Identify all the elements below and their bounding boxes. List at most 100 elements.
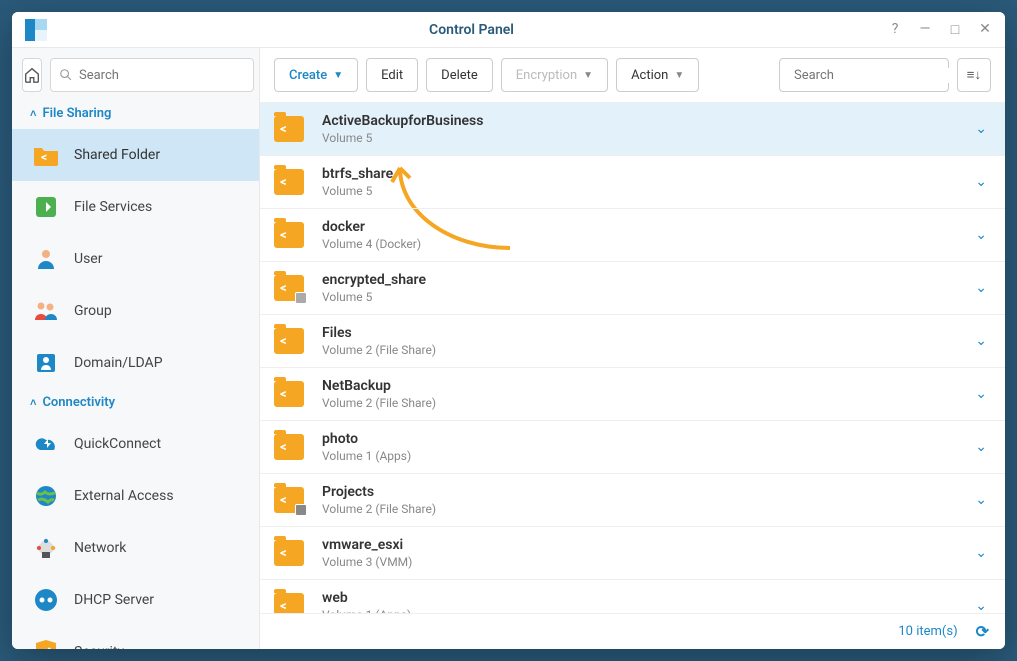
folder-row-text: encrypted_shareVolume 5 xyxy=(322,272,426,304)
main-panel: Create ▼ Edit Delete Encryption ▼ Action… xyxy=(260,48,1005,649)
chevron-down-icon: ▼ xyxy=(583,70,593,81)
main-search-input[interactable] xyxy=(794,68,960,83)
share-mark-icon: < xyxy=(280,228,287,243)
folder-subtitle: Volume 1 (Apps) xyxy=(322,608,411,613)
folder-name: web xyxy=(322,590,411,606)
user-icon xyxy=(32,245,60,273)
chevron-down-icon[interactable]: ⌄ xyxy=(975,439,987,455)
sidebar-item-quickconnect[interactable]: QuickConnect xyxy=(12,418,259,470)
folder-icon: < xyxy=(274,275,304,301)
section-file-sharing[interactable]: ˄ File Sharing xyxy=(12,100,259,129)
sidebar-item-label: Network xyxy=(74,540,126,556)
sidebar-item-label: Group xyxy=(74,303,112,319)
share-mark-icon: < xyxy=(280,122,287,137)
folder-name: btrfs_share xyxy=(322,166,393,182)
sidebar-item-shared-folder[interactable]: < Shared Folder xyxy=(12,129,259,181)
folder-row[interactable]: <photoVolume 1 (Apps)⌄ xyxy=(260,421,1005,474)
sidebar-item-file-services[interactable]: File Services xyxy=(12,181,259,233)
sidebar-item-security[interactable]: Security xyxy=(12,626,259,649)
button-label: Action xyxy=(631,68,668,83)
section-connectivity[interactable]: ˄ Connectivity xyxy=(12,389,259,418)
lock-closed-icon xyxy=(295,504,307,516)
chevron-down-icon[interactable]: ⌄ xyxy=(975,492,987,508)
sidebar-item-label: File Services xyxy=(74,199,152,215)
chevron-down-icon[interactable]: ⌄ xyxy=(975,174,987,190)
folder-name: NetBackup xyxy=(322,378,436,394)
quickconnect-icon xyxy=(32,430,60,458)
chevron-down-icon[interactable]: ⌄ xyxy=(975,227,987,243)
lock-open-icon xyxy=(295,292,307,304)
control-panel-window: Control Panel ? — □ ✕ ˄ File Sharing xyxy=(12,12,1005,649)
sidebar-item-external-access[interactable]: External Access xyxy=(12,470,259,522)
folder-row[interactable]: < ActiveBackupforBusinessVolume 5 ⌄ xyxy=(260,103,1005,156)
sidebar-item-dhcp-server[interactable]: DHCP Server xyxy=(12,574,259,626)
folder-name: ActiveBackupforBusiness xyxy=(322,113,483,129)
share-mark-icon: < xyxy=(280,387,287,402)
close-icon[interactable]: ✕ xyxy=(977,21,993,38)
folder-row-text: btrfs_shareVolume 5 xyxy=(322,166,393,198)
minimize-icon[interactable]: — xyxy=(917,21,933,38)
svg-text:<: < xyxy=(41,150,47,164)
status-bar: 10 item(s) ⟳ xyxy=(260,613,1005,649)
share-mark-icon: < xyxy=(280,334,287,349)
folder-row[interactable]: <NetBackupVolume 2 (File Share)⌄ xyxy=(260,368,1005,421)
action-button[interactable]: Action ▼ xyxy=(616,58,699,92)
home-button[interactable] xyxy=(22,58,42,92)
sidebar-item-group[interactable]: Group xyxy=(12,285,259,337)
search-icon xyxy=(59,68,73,82)
chevron-down-icon[interactable]: ⌄ xyxy=(975,333,987,349)
group-icon xyxy=(32,297,60,325)
sidebar-item-domain-ldap[interactable]: Domain/LDAP xyxy=(12,337,259,389)
dhcp-icon xyxy=(32,586,60,614)
maximize-icon[interactable]: □ xyxy=(947,21,963,38)
sidebar-item-label: External Access xyxy=(74,488,174,504)
sort-button[interactable]: ≡↓ xyxy=(957,58,991,92)
chevron-up-icon: ˄ xyxy=(30,107,36,120)
folder-name: Projects xyxy=(322,484,436,500)
folder-icon: < xyxy=(274,487,304,513)
share-mark-icon: < xyxy=(280,175,287,190)
folder-row[interactable]: < encrypted_shareVolume 5 ⌄ xyxy=(260,262,1005,315)
folder-subtitle: Volume 2 (File Share) xyxy=(322,502,436,516)
folder-row[interactable]: < vmware_esxiVolume 3 (VMM) ⌄ xyxy=(260,527,1005,580)
folder-row[interactable]: <dockerVolume 4 (Docker)⌄ xyxy=(260,209,1005,262)
chevron-down-icon[interactable]: ⌄ xyxy=(975,280,987,296)
shared-folder-icon: < xyxy=(32,141,60,169)
folder-name: docker xyxy=(322,219,421,235)
chevron-down-icon[interactable]: ⌄ xyxy=(975,121,987,137)
folder-row-text: Projects Volume 2 (File Share) xyxy=(322,484,436,516)
folder-icon: < xyxy=(274,540,304,566)
folder-row[interactable]: <FilesVolume 2 (File Share)⌄ xyxy=(260,315,1005,368)
folder-row[interactable]: < Projects Volume 2 (File Share) ⌄ xyxy=(260,474,1005,527)
folder-row-text: vmware_esxiVolume 3 (VMM) xyxy=(322,537,412,569)
sidebar-item-label: DHCP Server xyxy=(74,592,154,608)
delete-button[interactable]: Delete xyxy=(426,58,493,92)
chevron-down-icon[interactable]: ⌄ xyxy=(975,386,987,402)
chevron-down-icon[interactable]: ⌄ xyxy=(975,598,987,613)
section-label: Connectivity xyxy=(42,395,115,410)
help-icon[interactable]: ? xyxy=(887,21,903,38)
sidebar-item-label: Shared Folder xyxy=(74,147,160,163)
chevron-down-icon[interactable]: ⌄ xyxy=(975,545,987,561)
refresh-button[interactable]: ⟳ xyxy=(976,622,989,641)
edit-button[interactable]: Edit xyxy=(366,58,418,92)
folder-subtitle: Volume 1 (Apps) xyxy=(322,449,411,463)
folder-icon: < xyxy=(274,328,304,354)
sidebar-item-network[interactable]: Network xyxy=(12,522,259,574)
folder-row[interactable]: < btrfs_shareVolume 5 ⌄ xyxy=(260,156,1005,209)
sidebar-search-input[interactable] xyxy=(79,68,245,83)
sidebar: ˄ File Sharing < Shared Folder File Serv… xyxy=(12,48,260,649)
folder-name: Files xyxy=(322,325,436,341)
sidebar-search[interactable] xyxy=(50,58,254,92)
main-search[interactable] xyxy=(779,58,949,92)
file-services-icon xyxy=(32,193,60,221)
folder-row[interactable]: <webVolume 1 (Apps)⌄ xyxy=(260,580,1005,613)
button-label: Delete xyxy=(441,68,478,83)
encryption-button[interactable]: Encryption ▼ xyxy=(501,58,608,92)
share-mark-icon: < xyxy=(280,546,287,561)
create-button[interactable]: Create ▼ xyxy=(274,58,358,92)
sidebar-item-user[interactable]: User xyxy=(12,233,259,285)
folder-icon: < xyxy=(274,434,304,460)
item-count: 10 item(s) xyxy=(898,624,957,639)
folder-row-text: ActiveBackupforBusinessVolume 5 xyxy=(322,113,483,145)
